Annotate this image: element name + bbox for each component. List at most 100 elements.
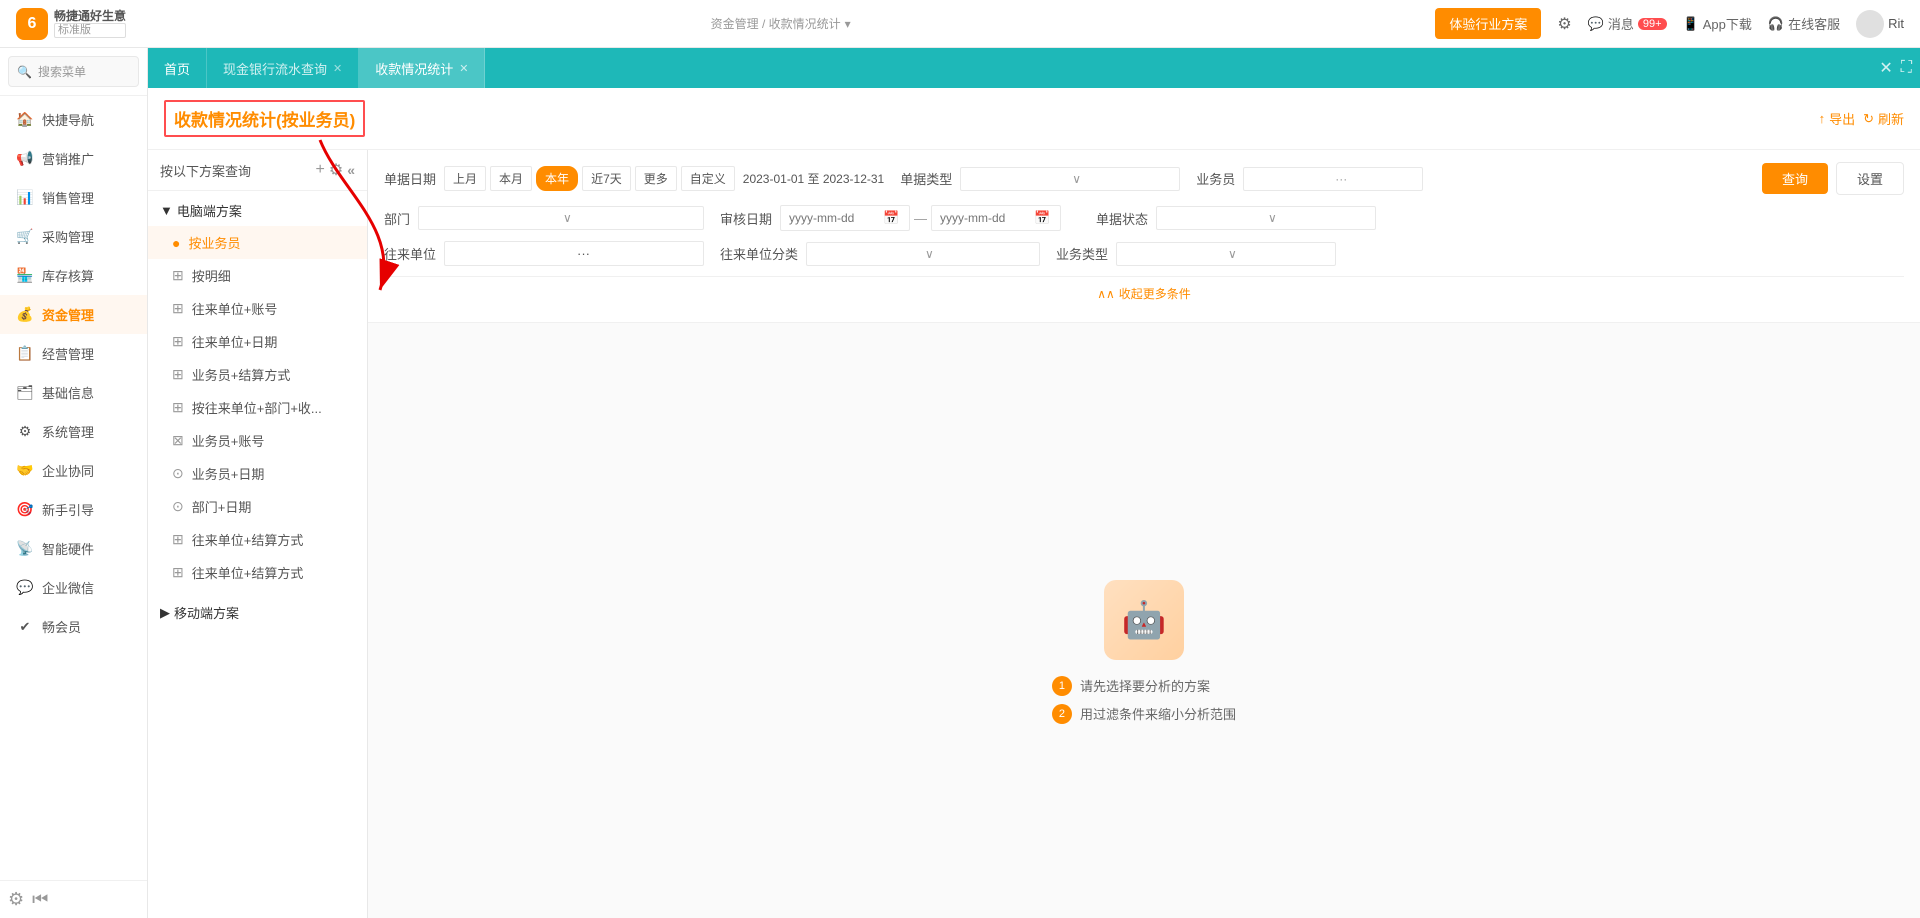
scheme-icon-unit-settle2: ⊞ [172,564,184,581]
review-date-from-field[interactable] [789,211,879,225]
top-header: 6 畅捷通好生意 标准版 资金管理 / 收款情况统计 ▾ 体验行业方案 ⚙ 💬 … [0,0,1920,48]
sidebar-collapse-icon[interactable]: ⏮ [32,889,48,910]
counterpart-select[interactable]: ··· [444,241,704,266]
review-date-to-input[interactable]: 📅 [931,205,1061,231]
scheme-item-unit-settle2[interactable]: ⊞ 往来单位+结算方式 [148,556,367,589]
date-btn-custom[interactable]: 自定义 [681,166,735,191]
tab-receipt-stats[interactable]: 收款情况统计 ✕ [359,48,485,88]
sidebar-item-finance[interactable]: 💰 资金管理 [0,295,147,334]
filter-item-counterpart-classify: 往来单位分类 ∨ [720,242,1040,266]
date-btn-more[interactable]: 更多 [635,166,677,191]
counterpart-ellipsis[interactable]: ··· [577,246,695,261]
doc-type-arrow: ∨ [1072,172,1171,186]
desktop-scheme-group[interactable]: ▼ 电脑端方案 [148,195,367,226]
review-date-to-field[interactable] [940,211,1030,225]
page-title-box: 收款情况统计(按业务员) [164,100,365,137]
message-badge: 99+ [1638,18,1667,30]
scheme-settings-icon[interactable]: ⚙ [329,160,343,180]
collapse-bar[interactable]: ∧∧ 收起更多条件 [384,276,1904,310]
online-service-btn[interactable]: 🎧 在线客服 [1768,14,1840,33]
setting-button[interactable]: 设置 [1836,162,1904,195]
doc-status-select[interactable]: ∨ [1156,206,1376,230]
settings-icon[interactable]: ⚙ [1557,14,1571,34]
tab-home[interactable]: 首页 [148,48,207,88]
scheme-item-sp-date[interactable]: ⊙ 业务员+日期 [148,457,367,490]
export-button[interactable]: ↑ 导出 [1819,109,1856,128]
scheme-item-dept-date[interactable]: ⊙ 部门+日期 [148,490,367,523]
scheme-item-unit-settle1[interactable]: ⊞ 往来单位+结算方式 [148,523,367,556]
tab-close-all-icon[interactable]: ✕ [1879,58,1892,78]
review-date-from-input[interactable]: 📅 [780,205,910,231]
sidebar-item-smart-hw[interactable]: 📡 智能硬件 [0,529,147,568]
dept-select[interactable]: ∨ [418,206,704,230]
date-btn-last-month[interactable]: 上月 [444,166,486,191]
salesperson-label: 业务员 [1196,169,1235,188]
sidebar-item-purchase[interactable]: 🛒 采购管理 [0,217,147,256]
tabs-bar: 首页 现金银行流水查询 ✕ 收款情况统计 ✕ ✕ ⛶ [148,48,1920,88]
tab-cash-flow[interactable]: 现金银行流水查询 ✕ [207,48,359,88]
sidebar-item-marketing[interactable]: 📢 营销推广 [0,139,147,178]
right-panel: 单据日期 上月 本月 本年 近7天 更多 自定义 2023-01-01 至 20… [368,150,1920,918]
date-btn-this-month[interactable]: 本月 [490,166,532,191]
salesperson-select[interactable]: ··· [1243,167,1423,191]
query-button[interactable]: 查询 [1762,163,1828,194]
user-name: Rit [1888,16,1904,31]
date-btn-7days[interactable]: 近7天 [582,166,631,191]
calendar-from-icon[interactable]: 📅 [883,210,899,226]
tip-num-1: 1 [1052,676,1072,696]
search-label: 搜索菜单 [38,63,86,80]
sidebar-item-quick-nav[interactable]: 🏠 快捷导航 [0,100,147,139]
app-edition: 标准版 [54,23,126,38]
scheme-item-detail[interactable]: ⊞ 按明细 [148,259,367,292]
sidebar-item-basic-info[interactable]: 🗂 基础信息 [0,373,147,412]
sidebar-item-wechat[interactable]: 💬 企业微信 [0,568,147,607]
tab-home-label: 首页 [164,59,190,78]
scheme-label: 往来单位+结算方式 [192,530,304,549]
calendar-to-icon[interactable]: 📅 [1034,210,1050,226]
add-scheme-button[interactable]: + [316,161,325,179]
sidebar-item-system[interactable]: ⚙ 系统管理 [0,412,147,451]
sidebar-item-member[interactable]: ✔ 畅会员 [0,607,147,646]
scheme-item-sp-account[interactable]: ⊠ 业务员+账号 [148,424,367,457]
biz-type-select[interactable]: ∨ [1116,242,1336,266]
scheme-label: 按往来单位+部门+收... [192,398,322,417]
sidebar-item-inventory[interactable]: 🏪 库存核算 [0,256,147,295]
message-btn[interactable]: 💬 消息 99+ [1588,14,1667,33]
breadcrumb: 资金管理 / 收款情况统计 [711,15,841,32]
sidebar-item-operations[interactable]: 📋 经营管理 [0,334,147,373]
search-menu-button[interactable]: 🔍 搜索菜单 [8,56,139,87]
tab-expand-icon[interactable]: ⛶ [1901,59,1912,77]
mobile-scheme-group[interactable]: ▶ 移动端方案 [148,597,367,628]
industry-solution-button[interactable]: 体验行业方案 [1435,8,1541,39]
mobile-scheme-section: ▶ 移动端方案 [148,593,367,632]
scheme-label: 业务员+账号 [192,431,265,450]
empty-tip-2: 2 用过滤条件来缩小分析范围 [1052,704,1236,724]
doc-status-label: 单据状态 [1096,209,1148,228]
user-avatar-area[interactable]: Rit [1856,10,1904,38]
scheme-item-unit-dept[interactable]: ⊞ 按往来单位+部门+收... [148,391,367,424]
app-download-btn[interactable]: 📱 App下载 [1683,14,1752,33]
scheme-item-unit-date[interactable]: ⊞ 往来单位+日期 [148,325,367,358]
sidebar-item-guide[interactable]: 🎯 新手引导 [0,490,147,529]
scheme-item-salesperson-settle[interactable]: ⊞ 业务员+结算方式 [148,358,367,391]
operations-icon: 📋 [16,345,34,363]
app-name: 畅捷通好生意 [54,9,126,23]
filter-row-3: 往来单位 ··· 往来单位分类 ∨ [384,241,1904,266]
sidebar-item-corp-collab[interactable]: 🤝 企业协同 [0,451,147,490]
scheme-label: 业务员+日期 [192,464,265,483]
scheme-item-salesperson[interactable]: ● 按业务员 [148,226,367,259]
review-date-group: 📅 — 📅 [780,205,1061,231]
panel-collapse-button[interactable]: « [347,162,355,178]
sidebar-settings-icon[interactable]: ⚙ [8,889,24,910]
tip-text-1: 请先选择要分析的方案 [1080,676,1210,695]
refresh-button[interactable]: ↻ 刷新 [1863,109,1904,128]
doc-type-select[interactable]: ∨ [960,167,1180,191]
sidebar-item-sales[interactable]: 📊 销售管理 [0,178,147,217]
date-btn-this-year[interactable]: 本年 [536,166,578,191]
scheme-label: 按业务员 [188,233,240,252]
counterpart-classify-select[interactable]: ∨ [806,242,1040,266]
tab-receipt-stats-close[interactable]: ✕ [459,62,468,75]
scheme-item-unit-account[interactable]: ⊞ 往来单位+账号 [148,292,367,325]
filter-item-salesperson: 业务员 ··· [1196,167,1423,191]
tab-cash-flow-close[interactable]: ✕ [333,62,342,75]
